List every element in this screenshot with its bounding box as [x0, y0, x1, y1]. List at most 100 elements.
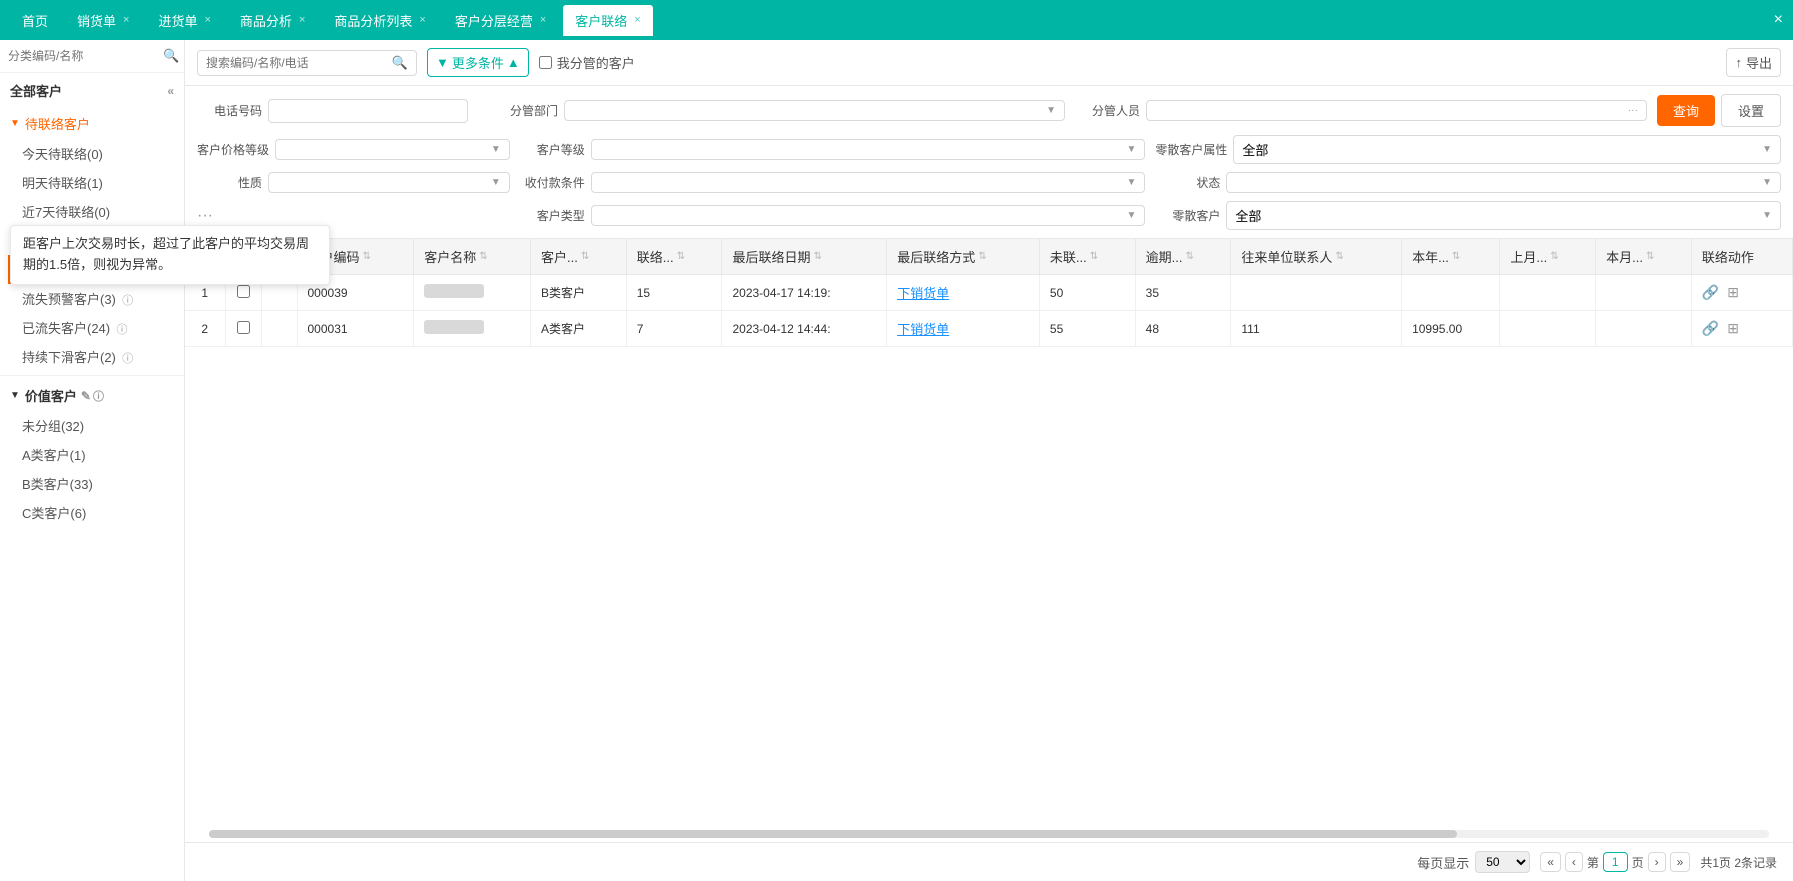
filter-icon: ▼: [436, 55, 449, 70]
filter-more-conditions[interactable]: ▼ 更多条件 ▲: [427, 48, 529, 77]
dept-select[interactable]: ▼: [564, 100, 1065, 121]
sidebar-item-declining[interactable]: 持续下滑客户(2) ⓘ: [0, 342, 184, 371]
row1-grid-icon[interactable]: ⊞: [1727, 284, 1739, 301]
prev-page-button[interactable]: ‹: [1565, 852, 1583, 872]
close-tab-analysis-list[interactable]: ×: [419, 14, 425, 26]
row2-grid-icon[interactable]: ⊞: [1727, 320, 1739, 337]
filter-retail-attr: 零散客户属性 全部 ▼: [1155, 135, 1781, 164]
filter-customer-type: 客户类型 ▼: [520, 205, 1146, 226]
export-button[interactable]: ↑ 导出: [1726, 48, 1781, 77]
customer-grade-arrow: ▼: [1126, 144, 1136, 155]
page-size-select[interactable]: 50 100 200: [1475, 851, 1530, 873]
row1-lastmonth: [1500, 275, 1596, 311]
price-grade-select[interactable]: ▼: [275, 139, 510, 160]
row1-thismonth: [1596, 275, 1692, 311]
horizontal-scrollbar[interactable]: [209, 830, 1769, 838]
sidebar-item-churned[interactable]: 已流失客户(24) ⓘ: [0, 313, 184, 342]
sidebar-collapse-button[interactable]: «: [167, 84, 174, 98]
filter-search-input[interactable]: [206, 56, 387, 70]
sidebar-item-churn-warning[interactable]: 流失预警客户(3) ⓘ: [0, 284, 184, 313]
filter-search-container: 🔍: [197, 50, 417, 76]
tab-purchase[interactable]: 进货单 ×: [146, 5, 222, 36]
more-dots[interactable]: ···: [197, 207, 213, 225]
row1-link-icon[interactable]: 🔗: [1702, 284, 1719, 301]
first-page-button[interactable]: «: [1540, 852, 1561, 872]
scrollbar-thumb[interactable]: [209, 830, 1457, 838]
sidebar-item-7days[interactable]: 近7天待联络(0): [0, 197, 184, 226]
tab-analysis-list[interactable]: 商品分析列表 ×: [322, 5, 437, 36]
current-page[interactable]: 1: [1603, 852, 1628, 872]
total-info: 共1页 2条记录: [1700, 854, 1777, 871]
close-all-button[interactable]: ×: [1774, 11, 1783, 29]
row2-action: 🔗 ⊞: [1691, 311, 1792, 347]
query-button[interactable]: 查询: [1657, 95, 1715, 126]
manager-select[interactable]: ···: [1146, 100, 1647, 121]
col-header-lastmethod: 最后联络方式⇅: [887, 239, 1040, 275]
payment-select[interactable]: ▼: [591, 172, 1146, 193]
sort-lastmethod-icon: ⇅: [978, 251, 986, 262]
row2-checkbox[interactable]: [237, 321, 250, 334]
close-tab-sales[interactable]: ×: [123, 14, 129, 26]
pending-group-arrow: ▼: [10, 118, 20, 129]
row1-action: 🔗 ⊞: [1691, 275, 1792, 311]
sidebar-value-group-title[interactable]: ▼ 价值客户 ✎ ⓘ: [0, 380, 184, 411]
filter-search-icon[interactable]: 🔍: [392, 55, 408, 71]
tab-home[interactable]: 首页: [10, 5, 60, 36]
horizontal-scrollbar-area[interactable]: [185, 826, 1793, 842]
tab-sales[interactable]: 销货单 ×: [65, 5, 141, 36]
sidebar-item-tomorrow[interactable]: 明天待联络(1): [0, 168, 184, 197]
row2-overdue: 48: [1135, 311, 1231, 347]
row2-check[interactable]: [225, 311, 261, 347]
sidebar-item-today[interactable]: 今天待联络(0): [0, 139, 184, 168]
tab-customer-layer[interactable]: 客户分层经营 ×: [443, 5, 558, 36]
sort-thismonth-icon: ⇅: [1646, 251, 1654, 262]
close-tab-purchase[interactable]: ×: [204, 14, 210, 26]
page-navigation: « ‹ 第 1 页 › »: [1540, 852, 1690, 872]
row2-link-icon[interactable]: 🔗: [1702, 320, 1719, 337]
row1-type: B类客户: [530, 275, 626, 311]
sidebar-search-icon[interactable]: 🔍: [163, 48, 179, 64]
customer-type-select[interactable]: ▼: [591, 205, 1146, 226]
customer-type-arrow: ▼: [1126, 210, 1136, 221]
last-page-button[interactable]: »: [1670, 852, 1691, 872]
row1-checkbox[interactable]: [237, 285, 250, 298]
next-page-button[interactable]: ›: [1648, 852, 1666, 872]
retail-select[interactable]: 全部 ▼: [1226, 201, 1781, 230]
filter-my-customer[interactable]: 我分管的客户: [539, 53, 635, 72]
sidebar-item-ungrouped[interactable]: 未分组(32): [0, 411, 184, 440]
info-icon-churned: ⓘ: [116, 324, 127, 336]
filter-gender: 性质 ▼: [197, 172, 510, 193]
row1-lastdate: 2023-04-17 14:19:: [722, 275, 887, 311]
table-footer: 每页显示 50 100 200 « ‹ 第 1 页 › » 共1页 2条记录: [185, 842, 1793, 881]
close-tab-customer-contact[interactable]: ×: [634, 14, 640, 26]
filter-price-grade: 客户价格等级 ▼: [197, 139, 510, 160]
filter-phone: 电话号码: [197, 99, 483, 123]
gender-select[interactable]: ▼: [268, 172, 510, 193]
status-select[interactable]: ▼: [1226, 172, 1781, 193]
phone-input[interactable]: [268, 99, 468, 123]
my-customer-checkbox[interactable]: [539, 56, 552, 69]
sidebar-search-input[interactable]: [8, 49, 163, 63]
retail-attr-select[interactable]: 全部 ▼: [1233, 135, 1781, 164]
sidebar-pending-group-title[interactable]: ▼ 待联络客户: [0, 108, 184, 139]
sidebar-item-class-c[interactable]: C类客户(6): [0, 498, 184, 527]
value-group-edit-icon[interactable]: ✎: [81, 389, 91, 403]
tab-analysis[interactable]: 商品分析 ×: [228, 5, 317, 36]
sort-notcontacted-icon: ⇅: [1090, 251, 1098, 262]
customer-grade-select[interactable]: ▼: [591, 139, 1146, 160]
status-arrow: ▼: [1762, 177, 1772, 188]
col-header-contact: 联络...⇅: [626, 239, 722, 275]
tab-customer-contact[interactable]: 客户联络 ×: [563, 5, 652, 36]
sidebar-item-class-b[interactable]: B类客户(33): [0, 469, 184, 498]
close-tab-customer-layer[interactable]: ×: [540, 14, 546, 26]
row2-lastmethod[interactable]: 下销货单: [887, 311, 1040, 347]
row2-lastmonth: [1500, 311, 1596, 347]
content-area: 🔍 ▼ 更多条件 ▲ 我分管的客户 ↑ 导出 电话号码: [185, 40, 1793, 881]
row2-thismonth: [1596, 311, 1692, 347]
row1-contact: 15: [626, 275, 722, 311]
sidebar-item-class-a[interactable]: A类客户(1): [0, 440, 184, 469]
settings-button[interactable]: 设置: [1721, 94, 1781, 127]
row1-lastmethod[interactable]: 下销货单: [887, 275, 1040, 311]
close-tab-analysis[interactable]: ×: [299, 14, 305, 26]
row1-unitcontact: [1231, 275, 1402, 311]
